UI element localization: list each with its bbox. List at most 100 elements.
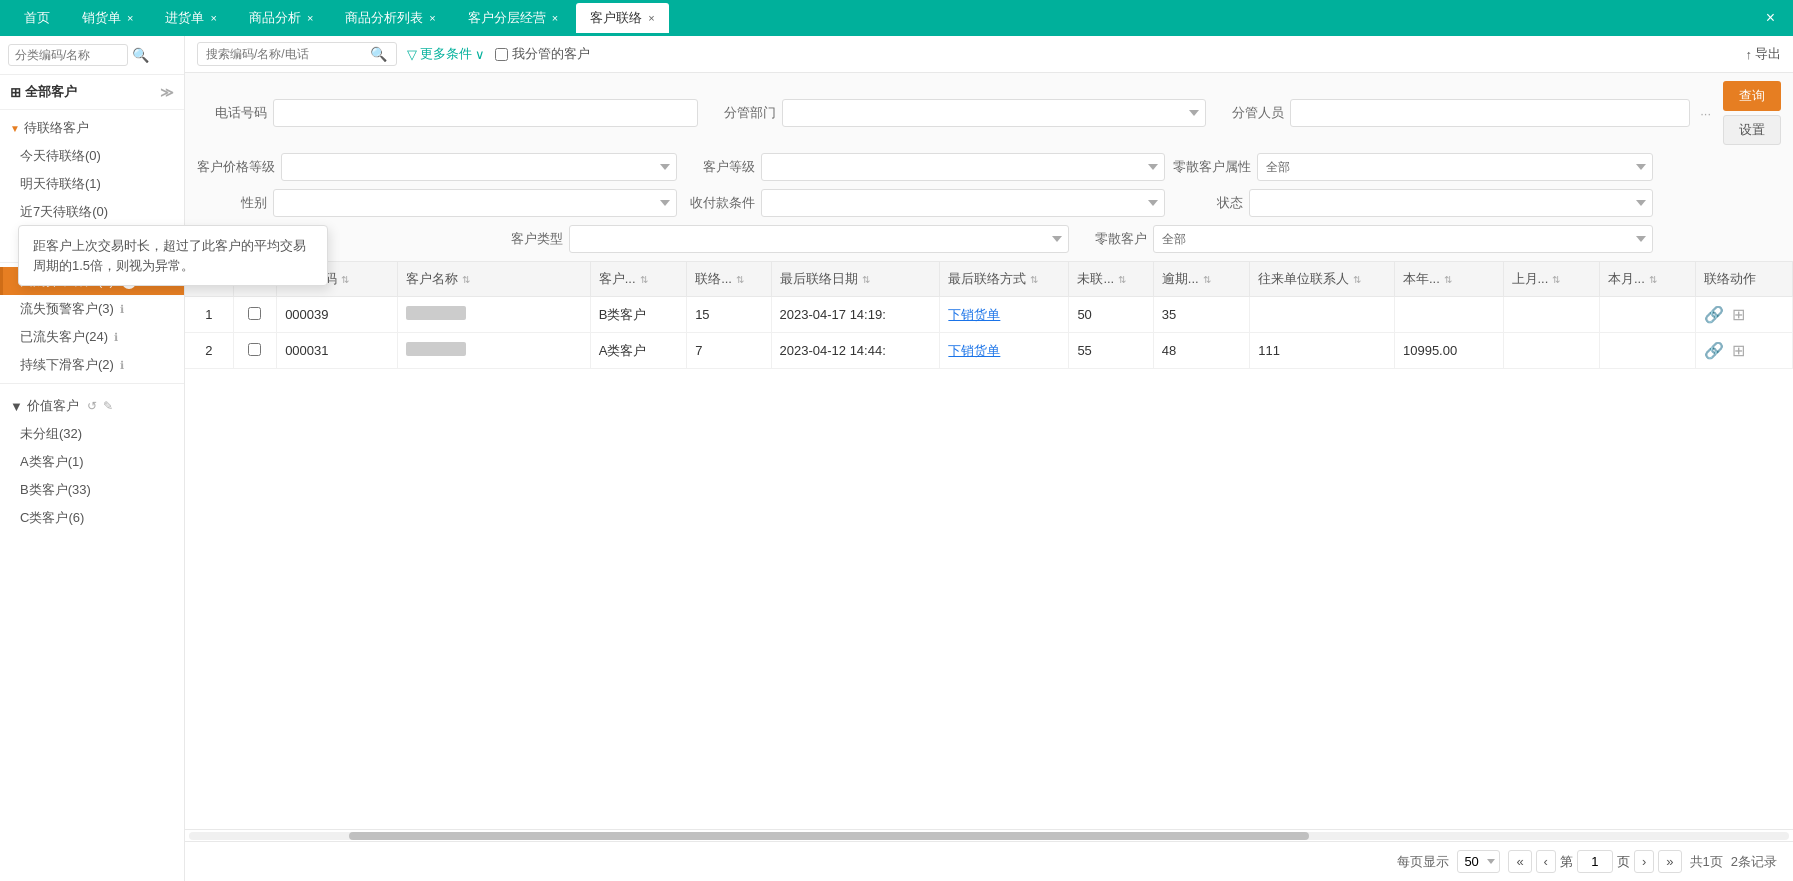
sidebar-item-unclassified[interactable]: 未分组(32) <box>0 420 184 448</box>
row-2-more-icon[interactable]: ⊞ <box>1732 341 1745 360</box>
export-button[interactable]: ↑ 导出 <box>1746 45 1782 63</box>
waiting-contact-title[interactable]: ▼ 待联络客户 <box>0 114 184 142</box>
sidebar-collapse-icon[interactable]: ≫ <box>160 85 174 100</box>
payment-select[interactable] <box>761 189 1165 217</box>
sidebar-item-today[interactable]: 今天待联络(0) <box>0 142 184 170</box>
th-overdue[interactable]: 逾期... ⇅ <box>1153 262 1249 297</box>
my-customers-check[interactable] <box>495 48 508 61</box>
tab-sales[interactable]: 销货单 × <box>68 3 147 33</box>
gender-select[interactable] <box>273 189 677 217</box>
th-unit-contact[interactable]: 往来单位联系人 ⇅ <box>1250 262 1395 297</box>
top-navigation: 首页 销货单 × 进货单 × 商品分析 × 商品分析列表 × 客户分层经营 × … <box>0 0 1793 36</box>
tab-analysis-list[interactable]: 商品分析列表 × <box>331 3 449 33</box>
sidebar-item-already-lost[interactable]: 已流失客户(24) ℹ <box>0 323 184 351</box>
tab-analysis[interactable]: 商品分析 × <box>235 3 327 33</box>
row-2-last-way: 下销货单 <box>940 333 1069 369</box>
row-2-last-way-link[interactable]: 下销货单 <box>948 343 1000 358</box>
query-button[interactable]: 查询 <box>1723 81 1781 111</box>
category-search-icon[interactable]: 🔍 <box>132 47 149 63</box>
close-tab-analysis[interactable]: × <box>307 12 313 24</box>
th-uncontact[interactable]: 未联... ⇅ <box>1069 262 1153 297</box>
filter-field-retail-attr: 零散客户属性 全部 <box>1173 153 1653 181</box>
status-select[interactable] <box>1249 189 1653 217</box>
page-word: 第 <box>1560 853 1573 871</box>
page-number-input[interactable] <box>1577 850 1613 873</box>
sidebar-item-b-class[interactable]: B类客户(33) <box>0 476 184 504</box>
sort-icon-uncontact: ⇅ <box>1118 274 1126 285</box>
sidebar-item-a-class[interactable]: A类客户(1) <box>0 448 184 476</box>
search-icon[interactable]: 🔍 <box>370 46 387 62</box>
th-last-way[interactable]: 最后联络方式 ⇅ <box>940 262 1069 297</box>
retail-customer-select[interactable]: 全部 <box>1153 225 1653 253</box>
prev-page-btn[interactable]: ‹ <box>1536 850 1556 873</box>
customer-type-select[interactable] <box>569 225 1069 253</box>
sort-icon-last-date: ⇅ <box>862 274 870 285</box>
phone-input[interactable] <box>273 99 698 127</box>
category-search-input[interactable] <box>8 44 128 66</box>
customer-level-select[interactable] <box>761 153 1165 181</box>
close-tab-sales[interactable]: × <box>127 12 133 24</box>
th-last-date[interactable]: 最后联络日期 ⇅ <box>771 262 940 297</box>
tab-customer-segment[interactable]: 客户分层经营 × <box>454 3 572 33</box>
filter-field-customer-type: 客户类型 <box>493 225 1069 253</box>
th-this-month[interactable]: 本月... ⇅ <box>1599 262 1695 297</box>
edit-icon[interactable]: ✎ <box>103 399 113 413</box>
th-level[interactable]: 客户... ⇅ <box>590 262 686 297</box>
sidebar-item-lost-warning[interactable]: 流失预警客户(3) ℹ <box>0 295 184 323</box>
row-2-name <box>397 333 590 369</box>
search-input[interactable] <box>206 47 366 61</box>
info-icon-3: ℹ <box>114 331 118 343</box>
row-1-last-way-link[interactable]: 下销货单 <box>948 307 1000 322</box>
settings-button[interactable]: 设置 <box>1723 115 1781 145</box>
row-1-code: 000039 <box>277 297 398 333</box>
row-2-name-blur <box>406 342 466 356</box>
dept-select[interactable] <box>782 99 1207 127</box>
close-all-tabs[interactable]: × <box>1758 9 1783 27</box>
refresh-icon[interactable]: ↺ <box>87 399 97 413</box>
close-tab-purchase[interactable]: × <box>210 12 216 24</box>
more-conditions-btn[interactable]: ▽ 更多条件 ∨ <box>407 45 485 63</box>
th-name[interactable]: 客户名称 ⇅ <box>397 262 590 297</box>
table-header-row: ⚙ 客户编码 ⇅ 客户名称 <box>185 262 1793 297</box>
row-2-contact-count: 7 <box>687 333 771 369</box>
tab-home[interactable]: 首页 <box>10 3 64 33</box>
retail-customer-select-wrapper: 全部 <box>1153 225 1653 253</box>
row-2-checkbox[interactable] <box>248 343 261 356</box>
triangle-icon-2: ▼ <box>10 399 23 414</box>
value-customers-title[interactable]: ▼ 价值客户 ↺ ✎ <box>0 392 184 420</box>
manager-dots[interactable]: ··· <box>1696 106 1715 121</box>
row-1-checkbox[interactable] <box>248 307 261 320</box>
tab-customer-contact[interactable]: 客户联络 × <box>576 3 668 33</box>
manager-input[interactable] <box>1290 99 1690 127</box>
sidebar-item-7days[interactable]: 近7天待联络(0) <box>0 198 184 226</box>
close-tab-customer-segment[interactable]: × <box>552 12 558 24</box>
page-size-select[interactable]: 50 <box>1457 850 1500 873</box>
status-label: 状态 <box>1173 194 1243 212</box>
row-2-unit-contact: 111 <box>1250 333 1395 369</box>
sort-icon-code: ⇅ <box>341 274 349 285</box>
filter-field-price-level: 客户价格等级 <box>197 153 677 181</box>
tab-purchase[interactable]: 进货单 × <box>151 3 230 33</box>
retail-attr-select[interactable]: 全部 <box>1257 153 1653 181</box>
row-1-check <box>233 297 276 333</box>
scroll-thumb[interactable] <box>349 832 1309 840</box>
row-2-contact-icon[interactable]: 🔗 <box>1704 341 1724 360</box>
sidebar-item-continuous-down[interactable]: 持续下滑客户(2) ℹ <box>0 351 184 379</box>
th-contact[interactable]: 联络... ⇅ <box>687 262 771 297</box>
sort-icon-last-way: ⇅ <box>1030 274 1038 285</box>
first-page-btn[interactable]: « <box>1508 850 1531 873</box>
phone-label: 电话号码 <box>197 104 267 122</box>
sidebar-item-c-class[interactable]: C类客户(6) <box>0 504 184 532</box>
row-1-contact-icon[interactable]: 🔗 <box>1704 305 1724 324</box>
close-tab-analysis-list[interactable]: × <box>429 12 435 24</box>
close-tab-customer-contact[interactable]: × <box>648 12 654 24</box>
th-last-month[interactable]: 上月... ⇅ <box>1503 262 1599 297</box>
last-page-btn[interactable]: » <box>1658 850 1681 873</box>
all-customers-label: 全部客户 <box>25 83 77 101</box>
row-1-more-icon[interactable]: ⊞ <box>1732 305 1745 324</box>
horizontal-scrollbar[interactable] <box>185 829 1793 841</box>
sidebar-item-tomorrow[interactable]: 明天待联络(1) <box>0 170 184 198</box>
next-page-btn[interactable]: › <box>1634 850 1654 873</box>
price-level-select[interactable] <box>281 153 677 181</box>
th-this-year[interactable]: 本年... ⇅ <box>1394 262 1503 297</box>
